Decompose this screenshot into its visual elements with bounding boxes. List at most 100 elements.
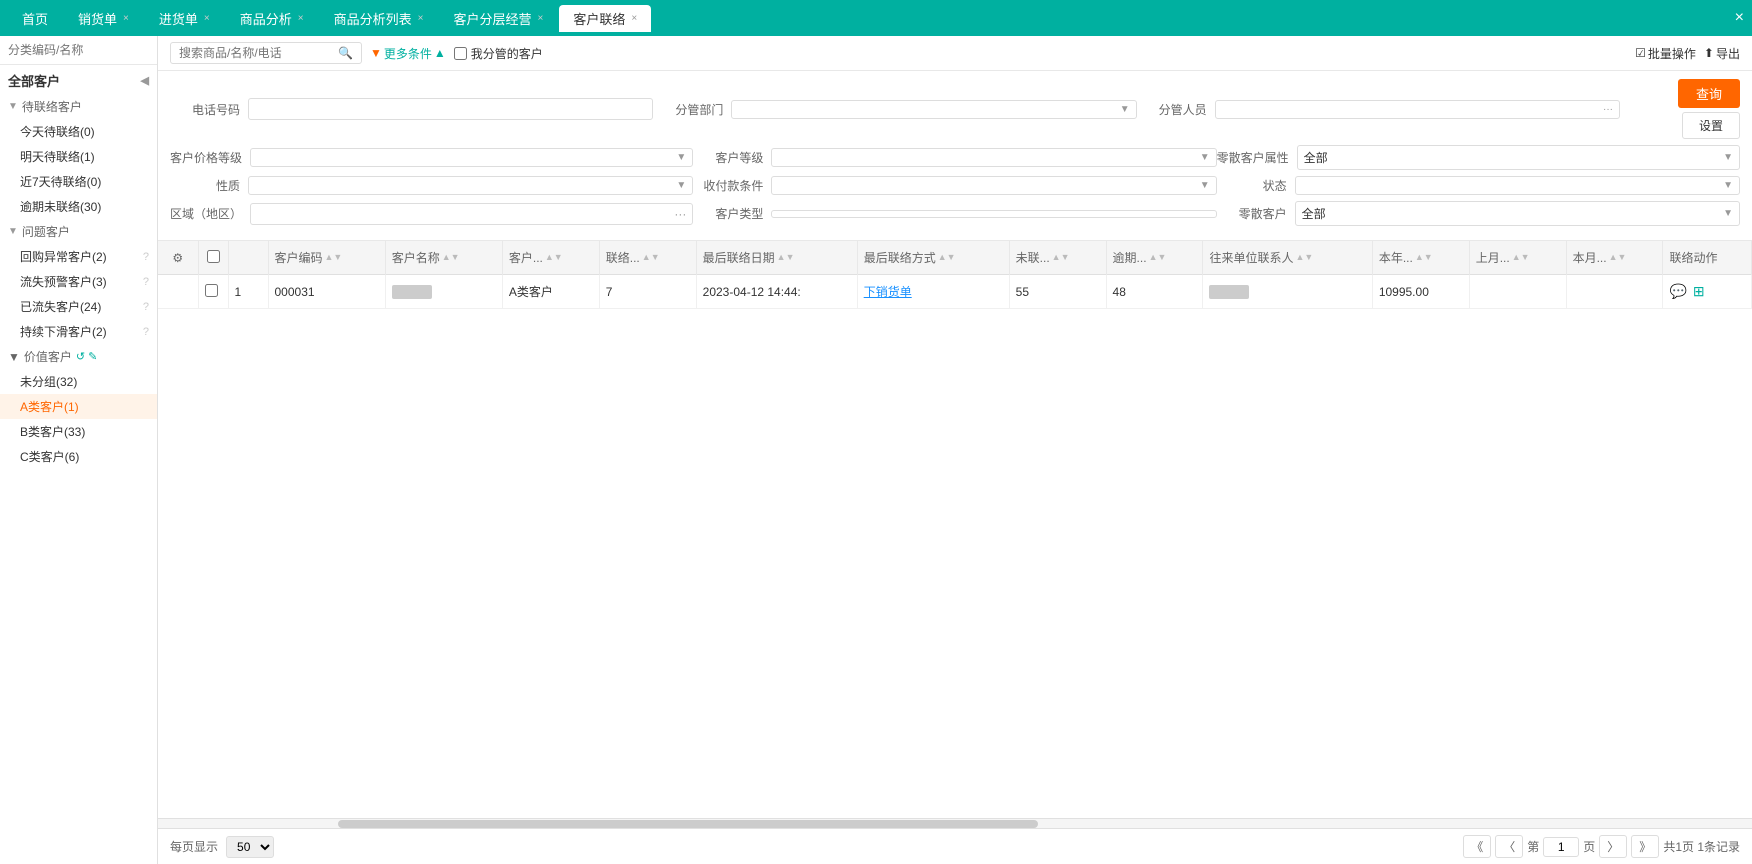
nav-item-goods-analysis-list[interactable]: 商品分析列表× bbox=[320, 5, 438, 32]
row-checkbox[interactable] bbox=[205, 284, 218, 297]
qr-action-icon[interactable]: ⊞ bbox=[1693, 283, 1705, 300]
price-level-select[interactable]: ▼ bbox=[250, 148, 693, 167]
col-header-last-method[interactable]: 最后联络方式 ▲▼ bbox=[857, 241, 1009, 275]
my-customers-checkbox[interactable] bbox=[454, 47, 467, 60]
next-page-button[interactable]: 〉 bbox=[1599, 835, 1627, 858]
col-header-overdue[interactable]: 逾期... ▲▼ bbox=[1106, 241, 1203, 275]
row-gear-cell bbox=[158, 275, 198, 309]
nav-close-icon-sales[interactable]: × bbox=[123, 13, 129, 24]
prev-page-button[interactable]: 〈 bbox=[1495, 835, 1523, 858]
horizontal-scrollbar[interactable] bbox=[158, 818, 1752, 828]
col-header-code[interactable]: 客户编码 ▲▼ bbox=[268, 241, 385, 275]
sidebar-problem-item[interactable]: 已流失客户(24)? bbox=[0, 294, 157, 319]
row-no-contact-cell: 55 bbox=[1009, 275, 1106, 309]
cust-type-select[interactable] bbox=[771, 210, 1216, 218]
sidebar-problem-item[interactable]: 流失预警客户(3)? bbox=[0, 269, 157, 294]
help-icon[interactable]: ? bbox=[143, 276, 149, 288]
retail-attr-value: 全部 bbox=[1304, 149, 1328, 166]
phone-input[interactable] bbox=[248, 98, 653, 120]
setting-button[interactable]: 设置 bbox=[1682, 112, 1740, 139]
col-header-last-date[interactable]: 最后联络日期 ▲▼ bbox=[696, 241, 857, 275]
help-icon[interactable]: ? bbox=[143, 251, 149, 263]
col-header-type[interactable]: 客户... ▲▼ bbox=[502, 241, 599, 275]
col-header-this-year[interactable]: 本年... ▲▼ bbox=[1372, 241, 1469, 275]
value-customers-group[interactable]: ▼ 价值客户 ↺ ✎ bbox=[0, 344, 157, 369]
sidebar-pending-item[interactable]: 明天待联络(1) bbox=[0, 144, 157, 169]
nav-close-icon-goods-analysis-list[interactable]: × bbox=[418, 13, 424, 24]
edit-icon[interactable]: ✎ bbox=[88, 350, 97, 363]
sidebar-pending-item[interactable]: 逾期未联络(30) bbox=[0, 194, 157, 219]
sidebar-value-item[interactable]: A类客户(1) bbox=[0, 394, 157, 419]
sort-icon-name: ▲▼ bbox=[442, 253, 460, 262]
nav-item-goods-analysis[interactable]: 商品分析× bbox=[226, 5, 318, 32]
col-header-no-contact[interactable]: 未联... ▲▼ bbox=[1009, 241, 1106, 275]
sidebar-pending-item[interactable]: 今天待联络(0) bbox=[0, 119, 157, 144]
region-select[interactable]: ··· bbox=[250, 203, 693, 225]
filter-cell-cust-level: 客户等级 ▼ bbox=[693, 148, 1216, 167]
export-button[interactable]: ⬆ 导出 bbox=[1704, 45, 1740, 62]
last-method-link[interactable]: 下销货单 bbox=[864, 285, 912, 299]
col-header-name[interactable]: 客户名称 ▲▼ bbox=[385, 241, 502, 275]
refresh-icon[interactable]: ↺ bbox=[76, 350, 85, 363]
query-button[interactable]: 查询 bbox=[1678, 79, 1740, 108]
retail-select[interactable]: 全部 ▼ bbox=[1295, 201, 1740, 226]
sidebar-pending-item[interactable]: 近7天待联络(0) bbox=[0, 169, 157, 194]
first-page-button[interactable]: 《 bbox=[1463, 835, 1491, 858]
sidebar-value-item[interactable]: B类客户(33) bbox=[0, 419, 157, 444]
row-this-month-cell bbox=[1566, 275, 1663, 309]
col-header-this-month[interactable]: 本月... ▲▼ bbox=[1566, 241, 1663, 275]
more-conditions-button[interactable]: ▼ 更多条件 ▲ bbox=[370, 45, 446, 62]
filter-row-2: 客户价格等级 ▼ 客户等级 ▼ 零散客户属性 bbox=[170, 145, 1740, 170]
sidebar-problem-item[interactable]: 持续下滑客户(2)? bbox=[0, 319, 157, 344]
all-customers-header[interactable]: 全部客户 ◀ bbox=[0, 65, 157, 94]
nav-close-icon-customer-segment[interactable]: × bbox=[537, 13, 543, 24]
nav-close-icon-purchase[interactable]: × bbox=[204, 13, 210, 24]
nature-select[interactable]: ▼ bbox=[248, 176, 693, 195]
filter-search-icon[interactable]: 🔍 bbox=[338, 46, 353, 60]
bulk-op-button[interactable]: ☑ 批量操作 bbox=[1635, 45, 1696, 62]
retail-attr-select[interactable]: 全部 ▼ bbox=[1297, 145, 1740, 170]
col-header-gear[interactable]: ⚙ bbox=[158, 241, 198, 275]
nav-item-home[interactable]: 首页 bbox=[8, 5, 62, 32]
manager-select[interactable]: ··· bbox=[1215, 100, 1620, 119]
problem-customers-label: 问题客户 bbox=[22, 223, 70, 240]
col-header-checkbox[interactable] bbox=[198, 241, 228, 275]
scrollbar-thumb[interactable] bbox=[338, 820, 1038, 828]
comment-action-icon[interactable]: 💬 bbox=[1669, 283, 1686, 300]
sidebar-value-item[interactable]: C类客户(6) bbox=[0, 444, 157, 469]
pending-contact-group[interactable]: ▼ 待联络客户 bbox=[0, 94, 157, 119]
status-select[interactable]: ▼ bbox=[1295, 176, 1740, 195]
retail-value: 全部 bbox=[1302, 205, 1326, 222]
dept-select[interactable]: ▼ bbox=[731, 100, 1136, 119]
my-customers-checkbox-label[interactable]: 我分管的客户 bbox=[454, 45, 543, 62]
col-contact-label: 联络... bbox=[606, 249, 640, 266]
sidebar-problem-item[interactable]: 回购异常客户(2)? bbox=[0, 244, 157, 269]
nav-item-customer-segment[interactable]: 客户分层经营× bbox=[439, 5, 557, 32]
sidebar-value-item[interactable]: 未分组(32) bbox=[0, 369, 157, 394]
cust-level-select[interactable]: ▼ bbox=[771, 148, 1216, 167]
sidebar-search-input[interactable] bbox=[8, 43, 158, 57]
filter-search-input[interactable] bbox=[179, 46, 334, 60]
close-all-button[interactable]: × bbox=[1735, 9, 1744, 27]
col-header-unit-contact[interactable]: 往来单位联系人 ▲▼ bbox=[1203, 241, 1372, 275]
price-level-arrow-icon: ▼ bbox=[676, 152, 686, 163]
row-code-cell: 000031 bbox=[268, 275, 385, 309]
nav-close-icon-customer-contact[interactable]: × bbox=[631, 13, 637, 24]
nav-close-icon-goods-analysis[interactable]: × bbox=[298, 13, 304, 24]
select-all-checkbox[interactable] bbox=[207, 250, 220, 263]
problem-customers-group[interactable]: ▼ 问题客户 bbox=[0, 219, 157, 244]
nav-item-customer-contact[interactable]: 客户联络× bbox=[559, 5, 651, 32]
nav-item-sales[interactable]: 销货单× bbox=[64, 5, 143, 32]
collapse-icon: ◀ bbox=[141, 74, 149, 87]
col-header-last-month[interactable]: 上月... ▲▼ bbox=[1469, 241, 1566, 275]
last-page-button[interactable]: 》 bbox=[1631, 835, 1659, 858]
payment-select[interactable]: ▼ bbox=[771, 176, 1216, 195]
nav-item-purchase[interactable]: 进货单× bbox=[145, 5, 224, 32]
page-number-input[interactable] bbox=[1543, 837, 1579, 857]
col-header-contact[interactable]: 联络... ▲▼ bbox=[599, 241, 696, 275]
help-icon[interactable]: ? bbox=[143, 301, 149, 313]
help-icon[interactable]: ? bbox=[143, 326, 149, 338]
page-size-select[interactable]: 50 bbox=[226, 836, 274, 858]
region-dots-icon[interactable]: ··· bbox=[674, 207, 686, 221]
page-size-label: 每页显示 bbox=[170, 838, 218, 855]
